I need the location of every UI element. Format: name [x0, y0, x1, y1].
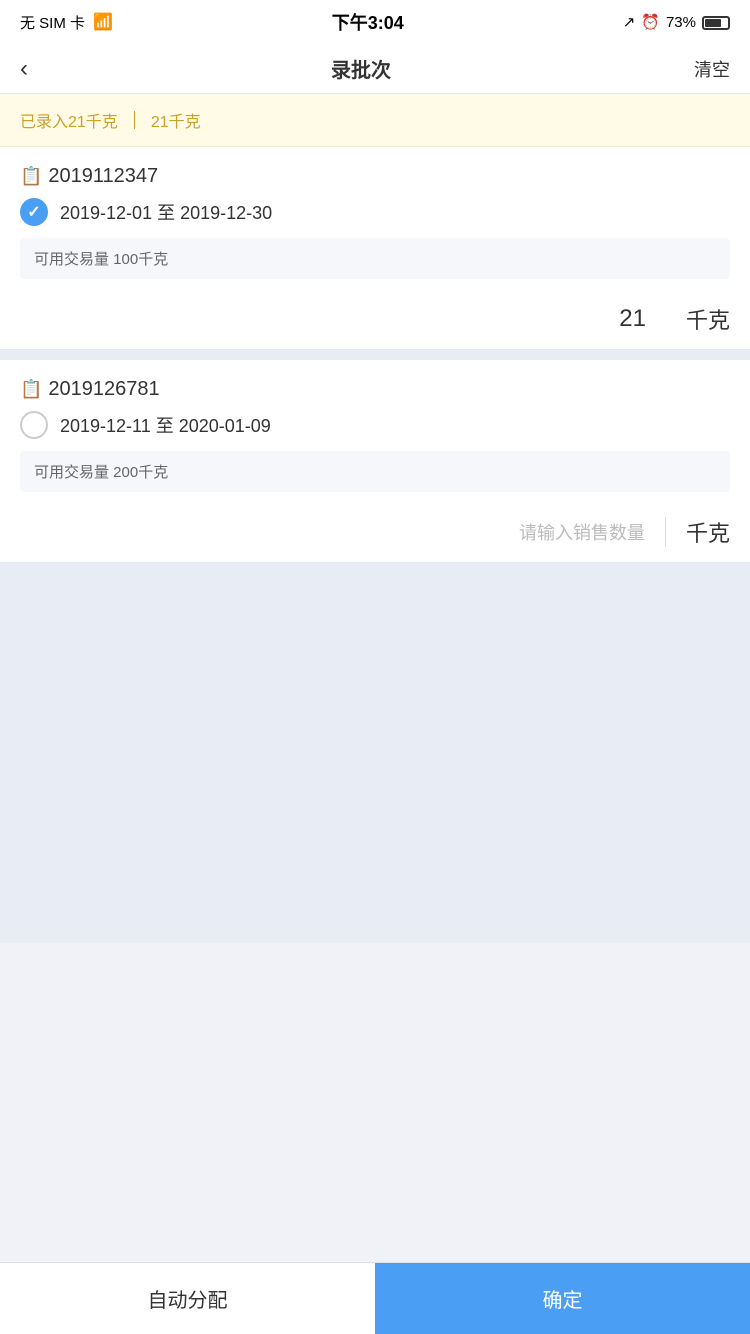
summary-divider	[134, 111, 135, 129]
gray-area	[0, 563, 750, 943]
status-left: 无 SIM 卡 📶	[20, 12, 113, 33]
batch-card-2: 📋 2019126781 2019-12-11 至 2020-01-09 可用交…	[0, 360, 750, 563]
summary-banner: 已录入21千克 21千克	[0, 94, 750, 147]
status-time: 下午3:04	[332, 9, 404, 35]
page-title: 录批次	[331, 54, 391, 83]
bottom-bar: 自动分配 确定	[0, 1262, 750, 1334]
batch-id-1: 2019112347	[48, 165, 158, 188]
battery-percent: 73%	[666, 14, 696, 31]
batch-date-2: 2019-12-11 至 2020-01-09	[60, 412, 271, 438]
clear-button[interactable]: 清空	[694, 56, 730, 82]
confirm-button[interactable]: 确定	[375, 1263, 750, 1334]
battery-icon	[702, 14, 730, 31]
recorded-label: 已录入21千克	[20, 108, 118, 132]
qty-value-1: 21	[619, 305, 646, 333]
qty-unit-2: 千克	[686, 516, 730, 548]
section-divider	[0, 350, 750, 360]
radio-button-1[interactable]	[20, 198, 48, 226]
available-qty-1: 可用交易量 100千克	[20, 238, 730, 279]
wifi-icon: 📶	[93, 12, 113, 32]
batch-icon-1: 📋	[20, 166, 42, 187]
back-button[interactable]: ‹	[20, 55, 28, 83]
carrier-text: 无 SIM 卡	[20, 12, 85, 33]
batch-id-2: 2019126781	[48, 378, 159, 401]
nav-bar: ‹ 录批次 清空	[0, 44, 750, 94]
auto-distribute-button[interactable]: 自动分配	[0, 1263, 375, 1334]
available-qty-2: 可用交易量 200千克	[20, 451, 730, 492]
location-icon: ↗	[623, 13, 636, 31]
status-bar: 无 SIM 卡 📶 下午3:04 ↗ ⏰ 73%	[0, 0, 750, 44]
batch-card-1: 📋 2019112347 2019-12-01 至 2019-12-30 可用交…	[0, 147, 750, 350]
batch-date-1: 2019-12-01 至 2019-12-30	[60, 199, 272, 225]
qty-unit-1: 千克	[686, 303, 730, 335]
status-right: ↗ ⏰ 73%	[623, 13, 730, 31]
total-label: 21千克	[151, 108, 201, 132]
alarm-icon: ⏰	[641, 13, 660, 31]
qty-placeholder-2: 请输入销售数量	[20, 519, 645, 545]
batch-icon-2: 📋	[20, 379, 42, 400]
radio-button-2[interactable]	[20, 411, 48, 439]
